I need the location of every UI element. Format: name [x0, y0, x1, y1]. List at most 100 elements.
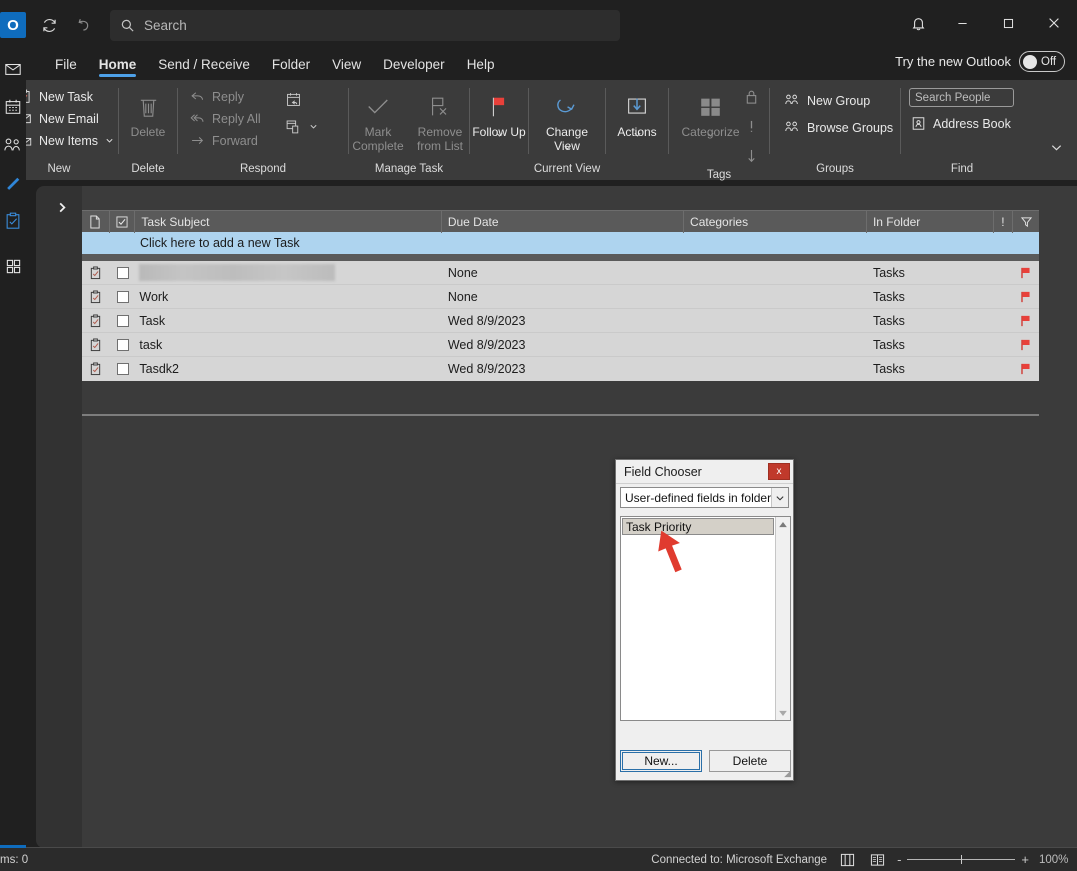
actions-button[interactable]: Actions — [606, 86, 668, 143]
ribbon-group-current-view: Change View Current View — [529, 80, 605, 180]
delete-field-button[interactable]: Delete — [709, 750, 791, 772]
forward-button[interactable]: Forward — [182, 130, 269, 151]
delete-button[interactable]: Delete — [119, 86, 177, 144]
tab-view[interactable]: View — [321, 55, 372, 76]
redacted-subject — [139, 264, 336, 281]
new-field-button[interactable]: New... — [620, 750, 702, 772]
status-item-count: ms: 0 — [0, 853, 29, 866]
column-header-icon[interactable] — [82, 210, 110, 233]
row-importance — [994, 309, 1014, 333]
categorize-button[interactable]: Categorize — [680, 86, 742, 143]
mark-complete-button[interactable]: Mark Complete — [349, 86, 407, 157]
browse-groups-button[interactable]: Browse Groups — [776, 117, 901, 138]
resize-grip-icon[interactable]: ◢ — [784, 768, 791, 779]
zoom-in-button[interactable]: + — [1021, 852, 1029, 867]
column-header-task-subject[interactable]: Task Subject — [135, 210, 442, 233]
close-button[interactable] — [1031, 0, 1077, 46]
ribbon-group-follow-up: Follow Up — [470, 80, 528, 180]
search-people-input[interactable]: Search People — [909, 88, 1014, 107]
tab-file[interactable]: File — [44, 55, 88, 76]
table-row[interactable]: None Tasks — [82, 261, 1039, 285]
expand-folder-pane-icon[interactable] — [53, 198, 71, 216]
row-complete-checkbox[interactable] — [110, 285, 136, 309]
flag-filter-icon — [1020, 216, 1032, 227]
field-item-task-priority[interactable]: Task Priority — [622, 518, 774, 535]
task-item-icon — [91, 265, 101, 279]
search-icon — [121, 19, 134, 32]
normal-view-icon[interactable] — [837, 851, 857, 869]
ribbon-collapse-icon[interactable] — [1045, 136, 1067, 158]
row-complete-checkbox[interactable] — [110, 261, 136, 285]
chevron-down-icon — [563, 145, 571, 150]
people-icon[interactable] — [2, 134, 24, 156]
tasks-icon[interactable] — [2, 210, 24, 232]
calendar-icon[interactable] — [2, 96, 24, 118]
tab-developer[interactable]: Developer — [372, 55, 456, 76]
search-input[interactable]: Search — [110, 10, 620, 41]
column-header-flag[interactable] — [1013, 211, 1039, 233]
row-flag-icon[interactable] — [1013, 309, 1039, 333]
column-header-categories[interactable]: Categories — [684, 210, 867, 233]
column-header-importance[interactable]: ! — [994, 210, 1014, 233]
minimize-button[interactable] — [939, 0, 985, 46]
table-row[interactable]: Work None Tasks — [82, 285, 1039, 309]
row-flag-icon[interactable] — [1013, 333, 1039, 357]
table-row[interactable]: Task Wed 8/9/2023 Tasks — [82, 309, 1039, 333]
row-flag-icon[interactable] — [1013, 357, 1039, 381]
field-list-scrollbar[interactable] — [775, 517, 790, 720]
reply-button[interactable]: Reply — [182, 86, 269, 107]
row-subject — [135, 261, 441, 285]
zoom-out-button[interactable]: - — [897, 852, 901, 867]
reply-with-meeting-button[interactable] — [281, 89, 322, 110]
high-importance-icon[interactable] — [745, 119, 758, 139]
maximize-button[interactable] — [985, 0, 1031, 46]
field-chooser-close-button[interactable]: x — [768, 463, 790, 480]
tab-help[interactable]: Help — [456, 55, 506, 76]
scroll-up-icon[interactable] — [776, 517, 790, 532]
column-header-in-folder[interactable]: In Folder — [867, 210, 994, 233]
table-row[interactable]: task Wed 8/9/2023 Tasks — [82, 333, 1039, 357]
complete-checkbox-icon — [116, 215, 128, 228]
more-respond-button[interactable] — [281, 116, 322, 137]
column-header-due-date[interactable]: Due Date — [442, 210, 685, 233]
reply-all-button[interactable]: Reply All — [182, 108, 269, 129]
more-apps-button[interactable] — [0, 258, 26, 275]
reading-view-icon[interactable] — [867, 851, 887, 869]
private-lock-icon[interactable] — [744, 89, 759, 110]
new-group-label: New Group — [807, 93, 871, 108]
browse-groups-icon — [785, 121, 798, 132]
scroll-down-icon[interactable] — [776, 705, 790, 720]
column-header-complete[interactable] — [110, 210, 136, 233]
row-complete-checkbox[interactable] — [110, 333, 136, 357]
refresh-icon[interactable] — [34, 10, 64, 40]
row-flag-icon[interactable] — [1013, 261, 1039, 285]
folder-pane-collapsed — [36, 186, 82, 848]
mail-icon[interactable] — [2, 58, 24, 80]
notes-icon[interactable] — [2, 172, 24, 194]
remove-from-list-button[interactable]: Remove from List — [411, 86, 469, 157]
row-in-folder: Tasks — [872, 313, 905, 328]
undo-icon[interactable] — [68, 10, 98, 40]
tab-folder[interactable]: Folder — [261, 55, 321, 76]
task-item-icon — [91, 362, 101, 376]
notifications-bell-icon[interactable] — [897, 0, 939, 46]
table-row[interactable]: Tasdk2 Wed 8/9/2023 Tasks — [82, 357, 1039, 381]
row-flag-icon[interactable] — [1013, 285, 1039, 309]
zoom-thumb[interactable] — [961, 855, 963, 864]
follow-up-button[interactable]: Follow Up — [470, 86, 528, 143]
field-source-dropdown[interactable]: User-defined fields in folder — [620, 487, 789, 508]
field-chooser-title-bar[interactable]: Field Chooser x — [616, 460, 793, 484]
row-categories — [684, 357, 867, 381]
add-new-task-row[interactable]: Click here to add a new Task — [82, 232, 1039, 254]
zoom-slider[interactable]: - + — [897, 852, 1029, 867]
new-group-button[interactable]: New Group — [776, 90, 878, 111]
zoom-track[interactable] — [907, 855, 1016, 864]
address-book-button[interactable]: Address Book — [909, 114, 1013, 133]
row-complete-checkbox[interactable] — [110, 357, 136, 381]
tab-home[interactable]: Home — [88, 55, 148, 77]
low-importance-icon[interactable] — [745, 148, 758, 169]
delete-label: Delete — [130, 125, 166, 139]
row-complete-checkbox[interactable] — [110, 309, 136, 333]
tab-send-receive[interactable]: Send / Receive — [147, 55, 261, 76]
change-view-button[interactable]: Change View — [536, 86, 598, 156]
